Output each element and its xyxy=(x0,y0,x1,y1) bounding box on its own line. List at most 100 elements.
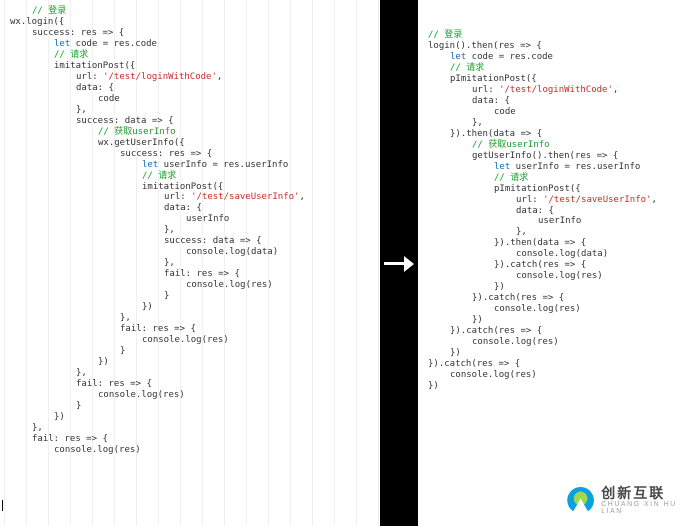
code-line: }) xyxy=(424,315,700,326)
code-line: url: '/test/loginWithCode', xyxy=(424,85,700,96)
code-line: fail: res => { xyxy=(6,269,380,280)
code-token: // 获取userInfo xyxy=(98,127,176,137)
code-line: success: res => { xyxy=(6,149,380,160)
code-line: // 获取userInfo xyxy=(6,127,380,138)
code-token: '/test/saveUserInfo' xyxy=(191,192,299,202)
code-token: }).catch(res => { xyxy=(450,326,542,336)
code-line: success: data => { xyxy=(6,236,380,247)
left-code-block: // 登录wx.login({success: res => {let code… xyxy=(6,6,380,456)
code-line: code xyxy=(6,94,380,105)
code-token: }).catch(res => { xyxy=(428,359,520,369)
code-token: imitationPost({ xyxy=(142,182,223,192)
code-token: // 请求 xyxy=(142,171,176,181)
code-token: success: data => { xyxy=(164,236,262,246)
code-token: userInfo = res.userInfo xyxy=(510,162,640,172)
code-line: }, xyxy=(6,423,380,434)
code-line: url: '/test/loginWithCode', xyxy=(6,72,380,83)
code-token: success: data => { xyxy=(76,116,174,126)
code-token: login().then(res => { xyxy=(428,41,542,51)
code-token: }) xyxy=(472,315,483,325)
code-line: getUserInfo().then(res => { xyxy=(424,151,700,162)
code-token: fail: res => { xyxy=(76,379,152,389)
code-line: pImitationPost({ xyxy=(424,74,700,85)
code-token: userInfo xyxy=(538,216,581,226)
code-line: success: data => { xyxy=(6,116,380,127)
code-line: console.log(res) xyxy=(424,271,700,282)
code-line: console.log(res) xyxy=(424,304,700,315)
code-line: console.log(data) xyxy=(424,249,700,260)
code-token: } xyxy=(76,401,81,411)
code-token: }) xyxy=(142,302,153,312)
code-line: data: { xyxy=(424,96,700,107)
code-token: }, xyxy=(164,225,175,235)
brand-name-cn: 创新互联 xyxy=(601,486,694,501)
code-token: '/test/loginWithCode' xyxy=(103,72,217,82)
code-token: , xyxy=(613,85,618,95)
code-token: // 登录 xyxy=(32,6,66,16)
code-line: let code = res.code xyxy=(424,52,700,63)
code-token: wx.getUserInfo({ xyxy=(98,138,185,148)
code-token: }).then(data => { xyxy=(450,129,542,139)
code-line: wx.login({ xyxy=(6,17,380,28)
code-token: data: { xyxy=(472,96,510,106)
code-token: }).then(data => { xyxy=(494,238,586,248)
code-token: let xyxy=(54,39,70,49)
code-token: // 登录 xyxy=(428,30,462,40)
code-token: console.log(data) xyxy=(186,247,278,257)
code-line: // 请求 xyxy=(6,50,380,61)
code-line: }, xyxy=(6,258,380,269)
code-line: }, xyxy=(6,313,380,324)
code-line: fail: res => { xyxy=(6,434,380,445)
code-token: }).catch(res => { xyxy=(494,260,586,270)
code-line: }) xyxy=(424,282,700,293)
code-line: fail: res => { xyxy=(6,379,380,390)
code-token: // 获取userInfo xyxy=(472,140,550,150)
code-line: console.log(res) xyxy=(424,370,700,381)
right-code-block: // 登录login().then(res => {let code = res… xyxy=(424,30,700,392)
code-line: login().then(res => { xyxy=(424,41,700,52)
code-token: success: res => { xyxy=(120,149,212,159)
code-line: data: { xyxy=(424,206,700,217)
code-line: }) xyxy=(424,348,700,359)
code-line: console.log(res) xyxy=(6,445,380,456)
code-line: }) xyxy=(6,357,380,368)
code-line: } xyxy=(6,346,380,357)
code-token: }, xyxy=(164,258,175,268)
code-line: }, xyxy=(424,118,700,129)
code-line: data: { xyxy=(6,83,380,94)
code-line: }, xyxy=(6,225,380,236)
code-token: console.log(res) xyxy=(142,335,229,345)
code-line: }, xyxy=(424,227,700,238)
code-line: let userInfo = res.userInfo xyxy=(6,160,380,171)
code-line: }) xyxy=(6,412,380,423)
code-token: }, xyxy=(120,313,131,323)
code-line: }).then(data => { xyxy=(424,238,700,249)
code-line: }).then(data => { xyxy=(424,129,700,140)
code-token: url: xyxy=(472,85,499,95)
code-line: }) xyxy=(424,381,700,392)
code-line: }).catch(res => { xyxy=(424,293,700,304)
code-token: }, xyxy=(76,368,87,378)
code-token: }) xyxy=(54,412,65,422)
code-token: }).catch(res => { xyxy=(472,293,564,303)
code-token: }) xyxy=(98,357,109,367)
code-line: }).catch(res => { xyxy=(424,326,700,337)
code-token: '/test/loginWithCode' xyxy=(499,85,613,95)
code-line: console.log(data) xyxy=(6,247,380,258)
right-code-panel: // 登录login().then(res => {let code = res… xyxy=(418,0,700,526)
code-token: code = res.code xyxy=(70,39,157,49)
code-line: } xyxy=(6,291,380,302)
code-token: url: xyxy=(164,192,191,202)
left-code-panel: // 登录wx.login({success: res => {let code… xyxy=(0,0,380,526)
code-line: imitationPost({ xyxy=(6,182,380,193)
code-token: console.log(res) xyxy=(450,370,537,380)
code-token: }, xyxy=(516,227,527,237)
code-line: }, xyxy=(6,368,380,379)
code-token: code xyxy=(98,94,120,104)
code-token: url: xyxy=(516,195,543,205)
code-token: pImitationPost({ xyxy=(450,74,537,84)
code-token: userInfo xyxy=(186,214,229,224)
code-line: success: res => { xyxy=(6,28,380,39)
code-token: // 请求 xyxy=(450,63,484,73)
code-token: data: { xyxy=(76,83,114,93)
